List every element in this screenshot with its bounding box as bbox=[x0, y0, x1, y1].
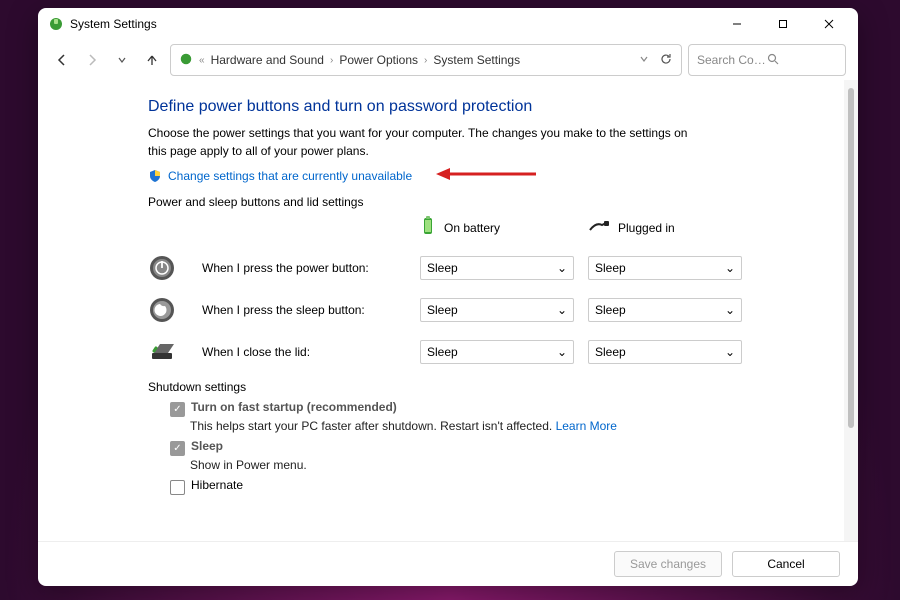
titlebar: System Settings bbox=[38, 8, 858, 40]
sleep-button-plugged-select[interactable]: Sleep⌄ bbox=[588, 298, 742, 322]
chevron-down-icon: ⌄ bbox=[725, 261, 735, 275]
lid-battery-select[interactable]: Sleep⌄ bbox=[420, 340, 574, 364]
lid-plugged-select[interactable]: Sleep⌄ bbox=[588, 340, 742, 364]
power-button-icon bbox=[148, 254, 176, 282]
breadcrumb-separator: « bbox=[199, 55, 205, 66]
search-placeholder: Search Control P… bbox=[697, 53, 767, 67]
save-button[interactable]: Save changes bbox=[614, 551, 722, 577]
app-icon bbox=[48, 16, 64, 32]
shield-icon bbox=[148, 169, 162, 183]
annotation-arrow-icon bbox=[436, 166, 536, 185]
address-bar[interactable]: « Hardware and Sound › Power Options › S… bbox=[170, 44, 682, 76]
chevron-down-icon: ⌄ bbox=[725, 303, 735, 317]
column-header-battery: On battery bbox=[420, 215, 570, 240]
fast-startup-label: Turn on fast startup (recommended) bbox=[191, 400, 397, 414]
window: System Settings « Hardware and Sound › P… bbox=[38, 8, 858, 586]
refresh-button[interactable] bbox=[659, 52, 673, 69]
sleep-description: Show in Power menu. bbox=[190, 458, 808, 472]
sleep-button-icon bbox=[148, 296, 176, 324]
sleep-label: Sleep bbox=[191, 439, 223, 453]
learn-more-link[interactable]: Learn More bbox=[556, 419, 617, 433]
page-heading: Define power buttons and turn on passwor… bbox=[148, 98, 808, 116]
chevron-right-icon: › bbox=[424, 55, 427, 66]
section-label: Shutdown settings bbox=[148, 380, 808, 394]
breadcrumb-item[interactable]: System Settings bbox=[433, 53, 520, 67]
battery-icon bbox=[420, 215, 436, 240]
forward-button[interactable] bbox=[80, 48, 104, 72]
cp-icon bbox=[179, 52, 193, 69]
hibernate-checkbox bbox=[170, 480, 185, 495]
sleep-button-battery-select[interactable]: Sleep⌄ bbox=[420, 298, 574, 322]
footer: Save changes Cancel bbox=[38, 541, 858, 586]
search-input[interactable]: Search Control P… bbox=[688, 44, 846, 76]
maximize-button[interactable] bbox=[760, 8, 806, 40]
breadcrumb-item[interactable]: Power Options bbox=[339, 53, 418, 67]
minimize-button[interactable] bbox=[714, 8, 760, 40]
close-button[interactable] bbox=[806, 8, 852, 40]
scrollbar-thumb[interactable] bbox=[848, 88, 854, 428]
power-button-plugged-select[interactable]: Sleep⌄ bbox=[588, 256, 742, 280]
lid-icon bbox=[148, 338, 176, 366]
fast-startup-checkbox: ✓ bbox=[170, 402, 185, 417]
row-label: When I press the power button: bbox=[202, 261, 402, 275]
cancel-button[interactable]: Cancel bbox=[732, 551, 840, 577]
sleep-checkbox: ✓ bbox=[170, 441, 185, 456]
row-label: When I close the lid: bbox=[202, 345, 402, 359]
up-button[interactable] bbox=[140, 48, 164, 72]
chevron-right-icon: › bbox=[330, 55, 333, 66]
search-icon bbox=[767, 53, 837, 68]
hibernate-label: Hibernate bbox=[191, 478, 243, 492]
plug-icon bbox=[588, 219, 610, 236]
change-settings-link[interactable]: Change settings that are currently unava… bbox=[168, 169, 412, 183]
column-header-plugged: Plugged in bbox=[588, 219, 738, 236]
section-label: Power and sleep buttons and lid settings bbox=[148, 195, 808, 209]
chevron-down-icon: ⌄ bbox=[557, 261, 567, 275]
recent-dropdown[interactable] bbox=[110, 48, 134, 72]
window-title: System Settings bbox=[70, 17, 157, 31]
page-description: Choose the power settings that you want … bbox=[148, 124, 708, 160]
scrollbar[interactable] bbox=[844, 80, 858, 541]
fast-startup-description: This helps start your PC faster after sh… bbox=[190, 419, 808, 433]
breadcrumb-item[interactable]: Hardware and Sound bbox=[211, 53, 324, 67]
back-button[interactable] bbox=[50, 48, 74, 72]
power-button-battery-select[interactable]: Sleep⌄ bbox=[420, 256, 574, 280]
chevron-down-icon: ⌄ bbox=[557, 345, 567, 359]
chevron-down-icon: ⌄ bbox=[725, 345, 735, 359]
navbar: « Hardware and Sound › Power Options › S… bbox=[38, 40, 858, 80]
row-label: When I press the sleep button: bbox=[202, 303, 402, 317]
chevron-down-icon[interactable] bbox=[639, 53, 649, 67]
content: Define power buttons and turn on passwor… bbox=[38, 80, 844, 541]
chevron-down-icon: ⌄ bbox=[557, 303, 567, 317]
